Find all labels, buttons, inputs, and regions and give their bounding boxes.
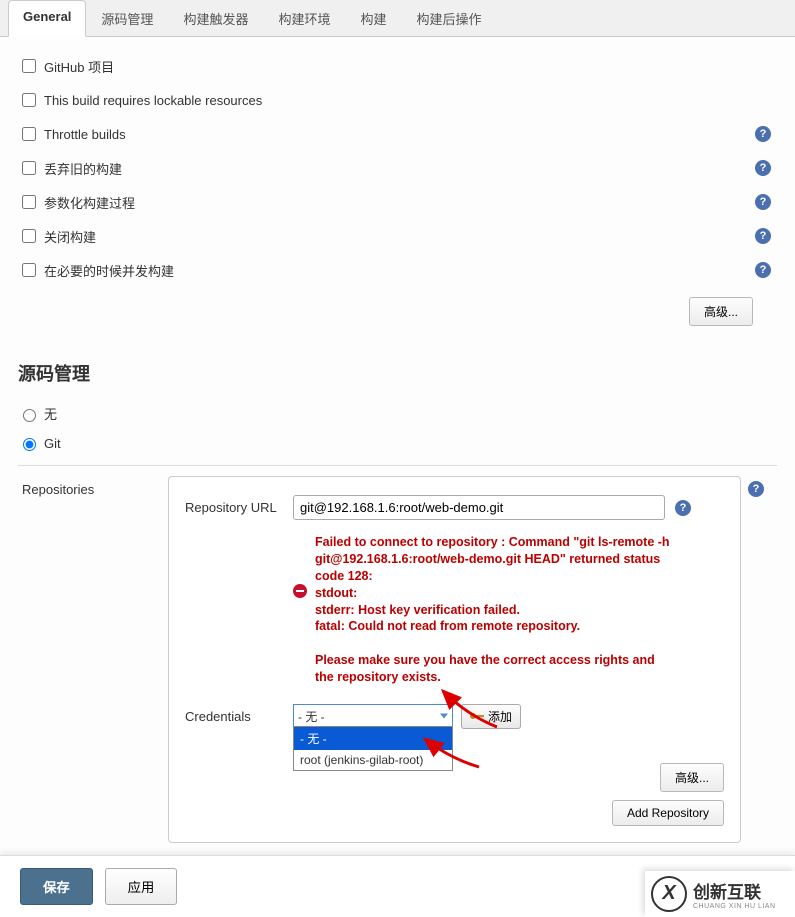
- lockable-label: This build requires lockable resources: [44, 93, 262, 108]
- repo-error-message: Failed to connect to repository : Comman…: [293, 534, 673, 686]
- tab-build[interactable]: 构建: [345, 0, 401, 36]
- disable-label: 关闭构建: [44, 227, 96, 246]
- concurrent-checkbox[interactable]: [22, 263, 36, 277]
- tab-general[interactable]: General: [8, 0, 86, 37]
- key-icon: [470, 711, 484, 721]
- check-lockable: This build requires lockable resources: [18, 83, 777, 117]
- disable-checkbox[interactable]: [22, 229, 36, 243]
- discard-label: 丢弃旧的构建: [44, 159, 122, 178]
- apply-button[interactable]: 应用: [105, 868, 178, 905]
- repo-url-label: Repository URL: [185, 495, 293, 515]
- check-disable: 关闭构建 ?: [18, 219, 777, 253]
- save-button[interactable]: 保存: [20, 868, 93, 905]
- check-params: 参数化构建过程 ?: [18, 185, 777, 219]
- help-icon[interactable]: ?: [755, 228, 771, 244]
- scm-none-radio[interactable]: [23, 409, 36, 422]
- scm-git-label: Git: [44, 436, 61, 451]
- repositories-label: Repositories: [18, 476, 168, 843]
- params-checkbox[interactable]: [22, 195, 36, 209]
- advanced-button[interactable]: 高级...: [689, 297, 753, 326]
- credentials-dropdown: - 无 - root (jenkins-gilab-root): [293, 726, 453, 771]
- tab-env[interactable]: 构建环境: [263, 0, 345, 36]
- throttle-checkbox[interactable]: [22, 127, 36, 141]
- scm-git-row: Git: [18, 429, 777, 457]
- lockable-checkbox[interactable]: [22, 93, 36, 107]
- concurrent-label: 在必要的时候并发构建: [44, 261, 174, 280]
- cred-option-root[interactable]: root (jenkins-gilab-root): [294, 750, 452, 770]
- throttle-label: Throttle builds: [44, 127, 126, 142]
- help-icon[interactable]: ?: [755, 194, 771, 210]
- help-icon[interactable]: ?: [755, 126, 771, 142]
- tab-scm[interactable]: 源码管理: [86, 0, 168, 36]
- cred-option-none[interactable]: - 无 -: [294, 727, 452, 750]
- add-credentials-button[interactable]: 添加: [461, 704, 521, 729]
- repository-block: ? Repository URL ? Failed to connect to …: [168, 476, 741, 843]
- help-icon[interactable]: ?: [675, 500, 691, 516]
- scm-section-title: 源码管理: [18, 360, 777, 386]
- scm-none-label: 无: [44, 404, 57, 423]
- github-project-label: GitHub 项目: [44, 57, 114, 76]
- help-icon[interactable]: ?: [755, 262, 771, 278]
- credentials-label: Credentials: [185, 704, 293, 724]
- help-icon[interactable]: ?: [755, 160, 771, 176]
- scm-none-row: 无: [18, 398, 777, 429]
- tab-triggers[interactable]: 构建触发器: [168, 0, 263, 36]
- logo-icon: X: [651, 876, 687, 912]
- brand-logo: X 创新互联 CHUANG XIN HU LIAN: [645, 871, 795, 917]
- error-icon: [293, 584, 307, 598]
- general-section: GitHub 项目 This build requires lockable r…: [0, 37, 795, 855]
- scm-git-radio[interactable]: [23, 438, 36, 451]
- discard-checkbox[interactable]: [22, 161, 36, 175]
- check-github-project: GitHub 项目: [18, 49, 777, 83]
- github-project-checkbox[interactable]: [22, 59, 36, 73]
- repo-url-input[interactable]: [293, 495, 665, 520]
- repo-advanced-button[interactable]: 高级...: [660, 763, 724, 792]
- check-concurrent: 在必要的时候并发构建 ?: [18, 253, 777, 287]
- config-tabs: General 源码管理 构建触发器 构建环境 构建 构建后操作: [0, 0, 795, 37]
- tab-post[interactable]: 构建后操作: [401, 0, 496, 36]
- help-icon[interactable]: ?: [748, 481, 764, 497]
- check-throttle: Throttle builds ?: [18, 117, 777, 151]
- check-discard: 丢弃旧的构建 ?: [18, 151, 777, 185]
- params-label: 参数化构建过程: [44, 193, 135, 212]
